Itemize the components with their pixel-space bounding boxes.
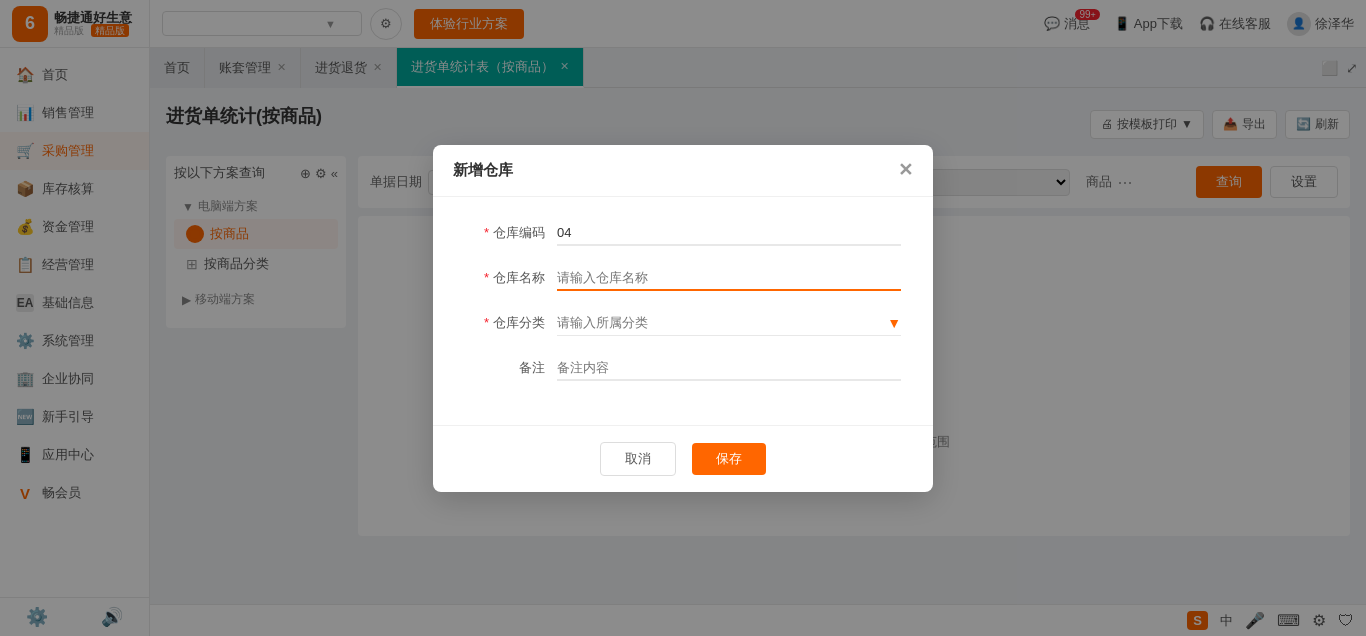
form-row-note: 备注 <box>465 356 901 381</box>
form-row-code: 仓库编码 04 <box>465 221 901 246</box>
code-label: 仓库编码 <box>465 224 545 242</box>
form-row-category: 仓库分类 ▼ <box>465 311 901 336</box>
code-input[interactable]: 04 <box>557 221 901 246</box>
category-select-wrap: ▼ <box>557 311 901 336</box>
modal-close-icon[interactable]: ✕ <box>898 161 913 179</box>
modal-body: 仓库编码 04 仓库名称 仓库分类 ▼ 备注 <box>433 197 933 425</box>
save-button[interactable]: 保存 <box>692 443 766 475</box>
cancel-button[interactable]: 取消 <box>600 442 676 476</box>
name-input[interactable] <box>557 266 901 291</box>
modal-footer: 取消 保存 <box>433 425 933 492</box>
category-input[interactable] <box>557 315 887 330</box>
modal-overlay[interactable]: 新增仓库 ✕ 仓库编码 04 仓库名称 仓库分类 ▼ <box>0 0 1366 636</box>
note-label: 备注 <box>465 359 545 377</box>
category-chevron-icon[interactable]: ▼ <box>887 315 901 331</box>
name-label: 仓库名称 <box>465 269 545 287</box>
modal-title: 新增仓库 <box>453 161 513 180</box>
form-row-name: 仓库名称 <box>465 266 901 291</box>
category-label: 仓库分类 <box>465 314 545 332</box>
note-input[interactable] <box>557 356 901 381</box>
add-warehouse-modal: 新增仓库 ✕ 仓库编码 04 仓库名称 仓库分类 ▼ <box>433 145 933 492</box>
modal-header: 新增仓库 ✕ <box>433 145 933 197</box>
